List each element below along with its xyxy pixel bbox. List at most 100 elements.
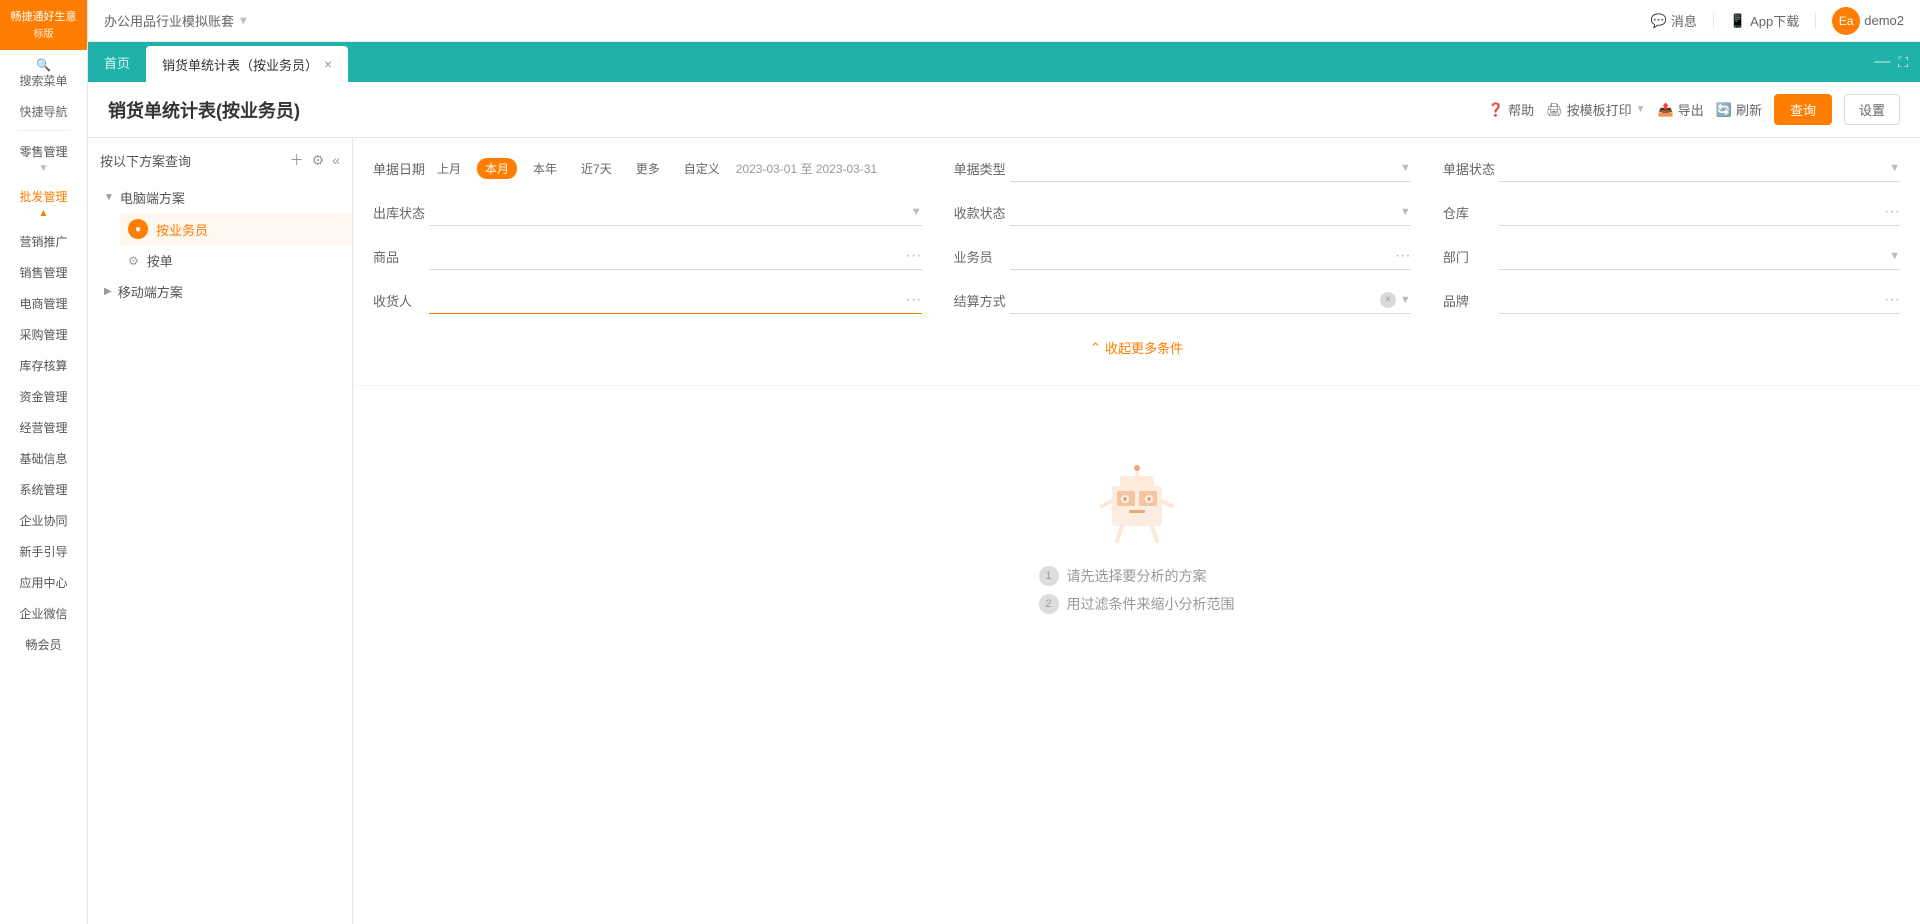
dept-input[interactable]: ▼ xyxy=(1499,242,1900,270)
print-btn[interactable]: 🖨 按模板打印 ▼ xyxy=(1546,100,1645,119)
sidebar-item-purchase[interactable]: 采购管理 xyxy=(0,318,87,349)
settings-button[interactable]: 设置 xyxy=(1844,94,1900,125)
out-status-input[interactable]: ▼ xyxy=(429,198,922,226)
help-btn[interactable]: ❓ 帮助 xyxy=(1488,100,1534,119)
tabbar: 首页 销货单统计表（按业务员） × — ⛶ xyxy=(88,42,1920,82)
collapse-panel-icon[interactable]: « xyxy=(332,152,340,168)
sidebar-item-retail[interactable]: 零售管理 ▼ xyxy=(0,135,87,180)
sidebar-item-label: 基础信息 xyxy=(19,450,67,467)
logo-sub: 标版 xyxy=(6,25,81,40)
topbar: 办公用品行业模拟账套 ▼ 💬 消息 📱 App下载 Ea demo2 xyxy=(88,0,1920,42)
recv-status-input[interactable]: ▼ xyxy=(1010,198,1411,226)
tree-item-salesperson[interactable]: ● 按业务员 xyxy=(120,213,352,245)
doc-status-input[interactable]: ▼ xyxy=(1499,154,1900,182)
tip-1-text: 请先选择要分析的方案 xyxy=(1067,566,1207,586)
brand-dots-icon[interactable]: ··· xyxy=(1884,291,1900,309)
sidebar-item-guide[interactable]: 新手引导 xyxy=(0,535,87,566)
consignee-input[interactable]: ··· xyxy=(429,286,922,314)
account-selector[interactable]: 办公用品行业模拟账套 ▼ xyxy=(104,11,249,30)
settlement-clear-btn[interactable]: × xyxy=(1380,292,1396,308)
tree-item-by-order[interactable]: ⚙ 按单 xyxy=(120,245,352,276)
sidebar-item-apps[interactable]: 应用中心 xyxy=(0,566,87,597)
export-btn[interactable]: 📤 导出 xyxy=(1658,100,1704,119)
empty-tip-1: 1 请先选择要分析的方案 xyxy=(1039,566,1235,586)
tree-children: ● 按业务员 ⚙ 按单 xyxy=(88,213,352,276)
warehouse-dots-icon[interactable]: ··· xyxy=(1884,203,1900,221)
tree-mobile-section[interactable]: ▶ 移动端方案 xyxy=(88,276,352,307)
edit-scheme-icon[interactable]: ⚙ xyxy=(312,152,325,169)
goods-dots-icon[interactable]: ··· xyxy=(906,247,922,265)
doc-type-input[interactable]: ▼ xyxy=(1010,154,1411,182)
warehouse-input[interactable]: ··· xyxy=(1499,198,1900,226)
filter-settlement: 结算方式 × ▼ xyxy=(954,286,1411,314)
collapse-btn[interactable]: ⌃ 收起更多条件 xyxy=(1090,338,1183,357)
date-btn-thismonth[interactable]: 本月 xyxy=(477,158,517,179)
brand-input[interactable]: ··· xyxy=(1499,286,1900,314)
app-icon: 📱 xyxy=(1730,13,1746,29)
query-button[interactable]: 查询 xyxy=(1774,94,1832,125)
settlement-input[interactable]: × ▼ xyxy=(1010,286,1411,314)
filter-dept: 部门 ▼ xyxy=(1443,242,1900,270)
date-btn-lastmonth[interactable]: 上月 xyxy=(429,158,469,179)
sidebar-item-label: 系统管理 xyxy=(19,481,67,498)
sidebar-item-wholesale[interactable]: 批发管理 ▲ xyxy=(0,180,87,225)
chevron-down-icon: ▼ xyxy=(238,15,249,27)
consignee-dots-icon[interactable]: ··· xyxy=(906,291,922,309)
recv-status-chevron-icon: ▼ xyxy=(1400,206,1411,218)
sidebar-item-basic[interactable]: 基础信息 xyxy=(0,442,87,473)
topbar-divider2 xyxy=(1815,13,1816,29)
tree-mobile-arrow-icon: ▶ xyxy=(104,286,112,297)
refresh-btn[interactable]: 🔄 刷新 xyxy=(1716,100,1762,119)
doc-type-label: 单据类型 xyxy=(954,159,1010,178)
goods-input[interactable]: ··· xyxy=(429,242,922,270)
user-menu[interactable]: Ea demo2 xyxy=(1832,7,1904,35)
app-download-btn[interactable]: 📱 App下载 xyxy=(1730,11,1799,30)
refresh-icon: 🔄 xyxy=(1716,102,1732,118)
sidebar-search[interactable]: 🔍 搜索菜单 xyxy=(0,50,87,97)
add-scheme-icon[interactable]: ＋ xyxy=(290,150,304,170)
message-btn[interactable]: 💬 消息 xyxy=(1651,11,1697,30)
sidebar-item-system[interactable]: 系统管理 xyxy=(0,473,87,504)
sidebar-item-finance[interactable]: 资金管理 xyxy=(0,380,87,411)
avatar: Ea xyxy=(1832,7,1860,35)
sidebar-quick-nav[interactable]: 快捷导航 xyxy=(0,97,87,126)
panel-icons: ＋ ⚙ « xyxy=(290,150,340,170)
date-btn-thisyear[interactable]: 本年 xyxy=(525,158,565,179)
date-btn-7days[interactable]: 近7天 xyxy=(573,158,620,179)
logo[interactable]: 畅捷通好生意 标版 xyxy=(0,0,87,50)
sidebar-item-marketing[interactable]: 营销推广 xyxy=(0,225,87,256)
sidebar-wholesale-arrow: ▲ xyxy=(39,208,49,219)
sidebar-item-label: 企业协同 xyxy=(19,512,67,529)
tab-home[interactable]: 首页 xyxy=(88,42,146,82)
content-area: 销货单统计表(按业务员) ❓ 帮助 🖨 按模板打印 ▼ 📤 导出 🔄 刷新 xyxy=(88,82,1920,924)
empty-tips: 1 请先选择要分析的方案 2 用过滤条件来缩小分析范围 xyxy=(1039,566,1235,614)
sidebar-item-wechat[interactable]: 企业微信 xyxy=(0,597,87,628)
filter-row-3: 商品 ··· 业务员 ··· xyxy=(373,242,1900,270)
sidebar-item-label: 畅会员 xyxy=(25,636,61,653)
filter-salesperson: 业务员 ··· xyxy=(954,242,1411,270)
sidebar-item-inventory[interactable]: 库存核算 xyxy=(0,349,87,380)
date-range-display: 2023-03-01 至 2023-03-31 xyxy=(736,160,877,177)
topbar-left: 办公用品行业模拟账套 ▼ xyxy=(104,11,249,30)
page-title: 销货单统计表(按业务员) xyxy=(108,97,300,135)
settlement-label: 结算方式 xyxy=(954,291,1010,310)
sidebar-item-sales[interactable]: 销售管理 xyxy=(0,256,87,287)
sidebar-item-member[interactable]: 畅会员 xyxy=(0,628,87,659)
sidebar-item-label: 资金管理 xyxy=(19,388,67,405)
sidebar-item-operations[interactable]: 经营管理 xyxy=(0,411,87,442)
tab-expand-icon[interactable]: ⛶ xyxy=(1898,54,1908,71)
sidebar-item-enterprise[interactable]: 企业协同 xyxy=(0,504,87,535)
date-btn-custom[interactable]: 自定义 xyxy=(676,158,728,179)
salesperson-dots-icon[interactable]: ··· xyxy=(1395,247,1411,265)
sidebar: 畅捷通好生意 标版 🔍 搜索菜单 快捷导航 零售管理 ▼ 批发管理 ▲ 营销推广… xyxy=(0,0,88,924)
tab-sales-stats[interactable]: 销货单统计表（按业务员） × xyxy=(146,46,348,82)
tab-close-icon[interactable]: × xyxy=(324,56,332,72)
sidebar-item-ecommerce[interactable]: 电商管理 xyxy=(0,287,87,318)
date-filter-group: 上月 本月 本年 近7天 更多 自定义 2023-03-01 至 2023-03… xyxy=(429,158,922,179)
collapse-up-icon: ⌃ xyxy=(1090,340,1101,356)
filter-doc-status: 单据状态 ▼ xyxy=(1443,154,1900,182)
tree-pc-section[interactable]: ▼ 电脑端方案 xyxy=(88,182,352,213)
salesperson-input[interactable]: ··· xyxy=(1010,242,1411,270)
date-btn-more[interactable]: 更多 xyxy=(628,158,668,179)
tab-minimize-icon[interactable]: — xyxy=(1874,53,1890,71)
